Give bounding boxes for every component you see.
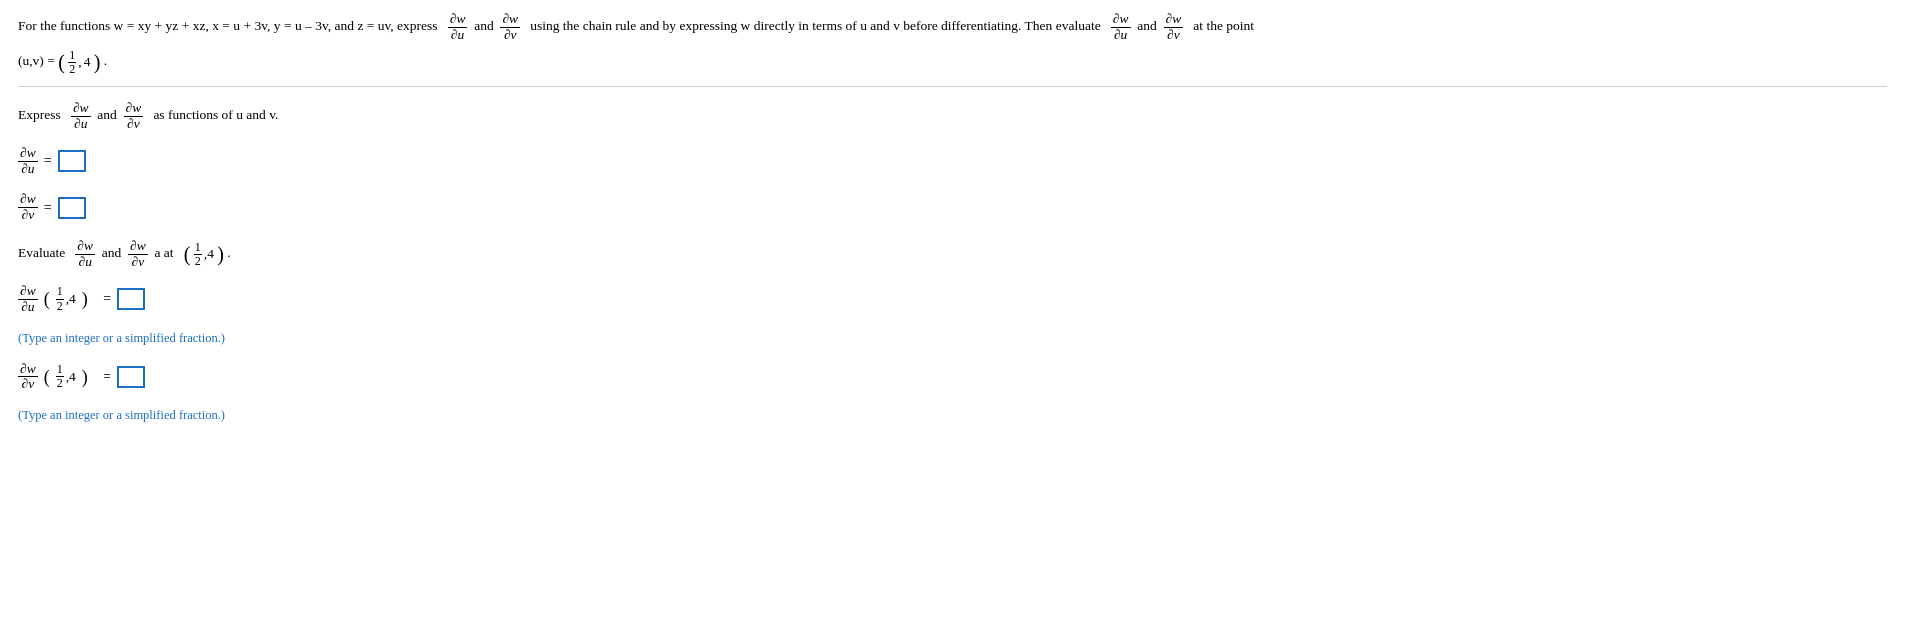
eval-open-paren: ( — [184, 244, 191, 264]
open-paren: ( — [58, 52, 65, 72]
express-label: Express — [18, 108, 61, 123]
dw-num-eval: ∂w — [1111, 12, 1131, 28]
problem-text-1: For the functions w = xy + yz + xz, x = … — [18, 18, 438, 33]
dv-denom-eval-2: ∂v — [1165, 28, 1182, 43]
half-num: 1 — [68, 49, 76, 63]
dw-dv-row: ∂w ∂v = — [18, 192, 1887, 223]
and-label-1: and — [474, 18, 494, 33]
eval-point2: 1 2 ,4 — [56, 285, 76, 312]
dw-du-eval-input[interactable] — [117, 288, 145, 310]
dw-du-eval-row: ∂w ∂u ( 1 2 ,4 ) = — [18, 284, 1887, 315]
eval-point: 1 2 ,4 — [194, 241, 214, 268]
equals-3: = — [103, 291, 111, 307]
du-denominator: ∂u — [449, 28, 466, 43]
close-paren: ) — [94, 52, 101, 72]
eval-open-paren2: ( — [44, 290, 50, 308]
half-fraction: 1 2 — [68, 49, 76, 76]
eval-half: 1 2 — [194, 241, 202, 268]
evaluate-section: Evaluate ∂w ∂u and ∂w ∂v a at ( 1 2 ,4 )… — [18, 239, 1887, 423]
section2-instruction: Evaluate ∂w ∂u and ∂w ∂v a at ( 1 2 ,4 )… — [18, 239, 1887, 270]
dw-numerator-2: ∂w — [500, 12, 520, 28]
point-label: (u,v) = ( 1 2 ,4 ) . — [18, 53, 107, 68]
and-label-s1: and — [97, 108, 117, 123]
problem-statement: For the functions w = xy + yz + xz, x = … — [18, 12, 1887, 43]
dw-du-row: ∂w ∂u = — [18, 146, 1887, 177]
equals-2: = — [44, 200, 52, 216]
dw-du-fraction-eval-header: ∂w ∂u — [1111, 12, 1131, 43]
dw-du-fraction-row: ∂w ∂u — [18, 146, 38, 177]
dw-du-fraction-s1: ∂w ∂u — [71, 101, 91, 132]
dw-dv-input[interactable] — [58, 197, 86, 219]
dw-numerator: ∂w — [448, 12, 468, 28]
dw-dv-fraction-eval-header: ∂w ∂v — [1164, 12, 1184, 43]
dw-du-input[interactable] — [58, 150, 86, 172]
as-functions-text: as functions of u and v. — [153, 108, 278, 123]
problem-text-2: using the chain rule and by expressing w… — [530, 18, 1100, 33]
eval-half3: 1 2 — [56, 363, 64, 390]
dw-dv-fraction-header: ∂w ∂v — [500, 12, 520, 43]
dw-dv-fraction-row: ∂w ∂v — [18, 192, 38, 223]
eval-half2: 1 2 — [56, 285, 64, 312]
dw-du-fraction-header: ∂w ∂u — [448, 12, 468, 43]
eval-close-paren: ) — [217, 244, 224, 264]
eval-point3: 1 2 ,4 — [56, 363, 76, 390]
eval-close-paren2: ) — [82, 290, 88, 308]
a-label: a at — [151, 246, 174, 261]
hint-1: (Type an integer or a simplified fractio… — [18, 331, 1887, 346]
section1-instruction: Express ∂w ∂u and ∂w ∂v as functions of … — [18, 101, 1887, 132]
evaluate-label: Evaluate — [18, 246, 65, 261]
equals-4: = — [103, 369, 111, 385]
dw-dv-eval-frac: ∂w ∂v — [18, 362, 38, 393]
eval-close-paren3: ) — [82, 368, 88, 386]
and-label-2: and — [1137, 18, 1157, 33]
point-value: 1 2 ,4 — [68, 49, 90, 76]
point-line: (u,v) = ( 1 2 ,4 ) . — [18, 49, 1887, 76]
dw-du-fraction-s2: ∂w ∂u — [75, 239, 95, 270]
dw-dv-fraction-s1: ∂w ∂v — [124, 101, 144, 132]
dv-denominator-2: ∂v — [502, 28, 519, 43]
four-value: 4 — [84, 50, 91, 74]
and-label-s2: and — [102, 246, 122, 261]
at-the-point-text: at the point — [1193, 18, 1254, 33]
hint-2: (Type an integer or a simplified fractio… — [18, 408, 1887, 423]
dw-dv-fraction-s2: ∂w ∂v — [128, 239, 148, 270]
divider — [18, 86, 1887, 87]
dw-dv-eval-row: ∂w ∂v ( 1 2 ,4 ) = — [18, 362, 1887, 393]
eval-open-paren3: ( — [44, 368, 50, 386]
du-denom-eval: ∂u — [1112, 28, 1129, 43]
dw-du-eval-frac: ∂w ∂u — [18, 284, 38, 315]
dw-num-eval-2: ∂w — [1164, 12, 1184, 28]
half-denom: 2 — [68, 63, 76, 76]
dw-dv-eval-input[interactable] — [117, 366, 145, 388]
equals-1: = — [44, 153, 52, 169]
